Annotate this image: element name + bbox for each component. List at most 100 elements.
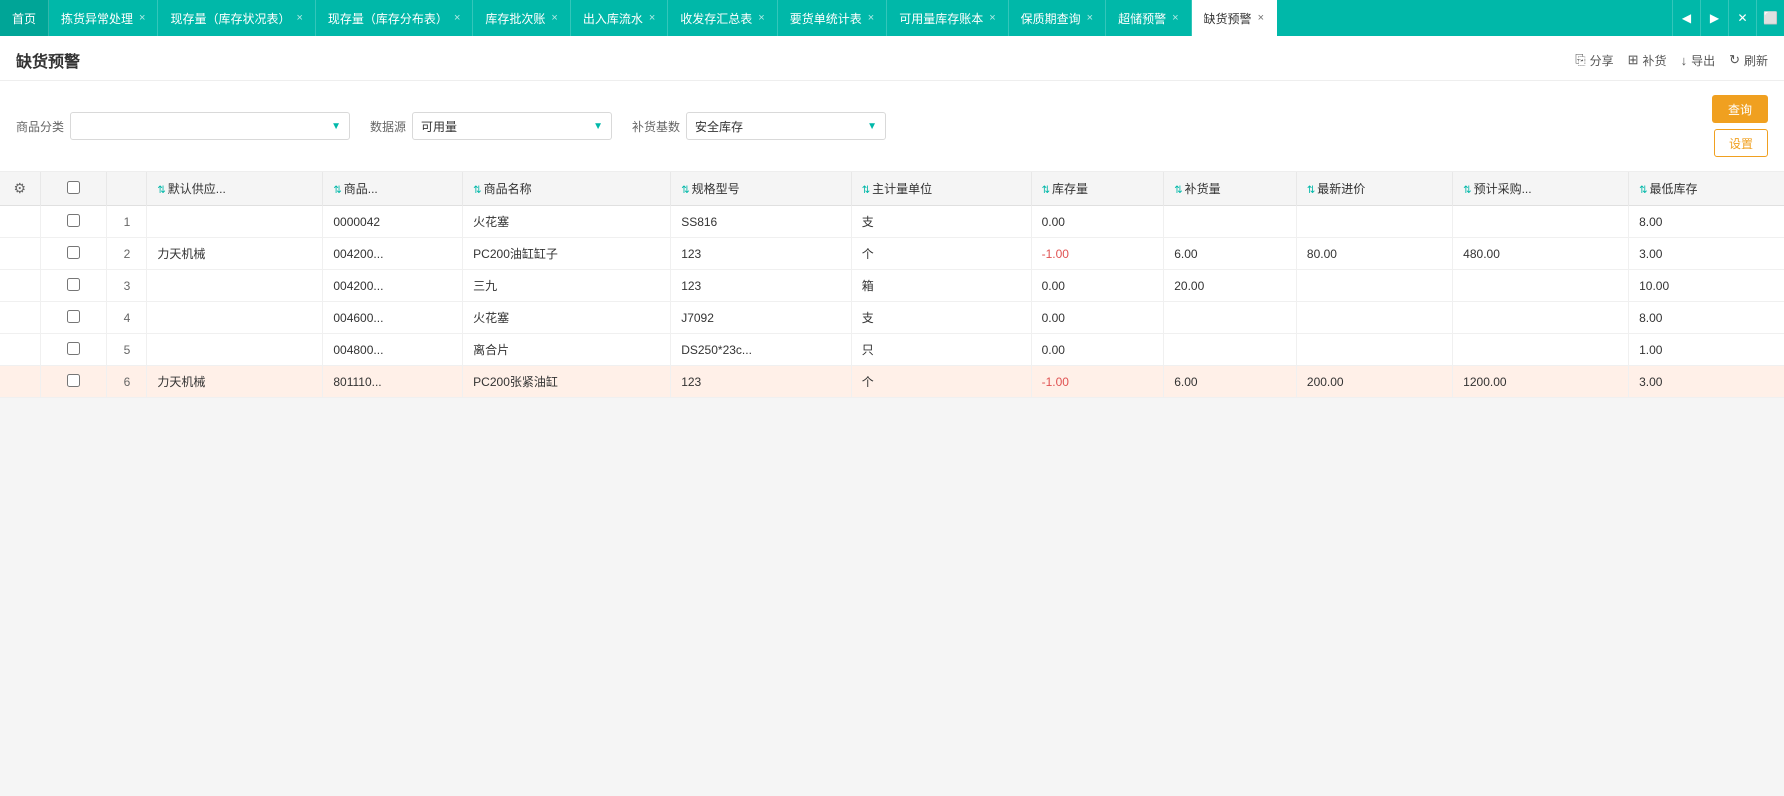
col-header-est-purchase[interactable]: ⇅预计采购...	[1453, 172, 1629, 206]
data-table: ⚙⇅默认供应...⇅商品...⇅商品名称⇅规格型号⇅主计量单位⇅库存量⇅补货量⇅…	[0, 172, 1784, 398]
tab-item-batch-account[interactable]: 库存批次账×	[473, 0, 570, 36]
row-checkbox-cell[interactable]	[40, 334, 107, 366]
row-settings-cell	[0, 366, 40, 398]
table-row[interactable]: 6力天机械801110...PC200张紧油缸123个-1.006.00200.…	[0, 366, 1784, 398]
tab-close-btn[interactable]: ✕	[1728, 0, 1756, 36]
tab-item-inout-flow[interactable]: 出入库流水×	[571, 0, 668, 36]
cell-spec: 123	[671, 238, 852, 270]
cell-est-purchase	[1453, 206, 1629, 238]
col-header-latest-price[interactable]: ⇅最新进价	[1296, 172, 1452, 206]
row-checkbox-cell[interactable]	[40, 302, 107, 334]
settings-button[interactable]: 设置	[1714, 129, 1768, 157]
replenish-base-filter-group: 补货基数 安全库存 ▼	[632, 112, 886, 140]
tab-expand-btn[interactable]: ⬜	[1756, 0, 1784, 36]
cell-min-stock: 3.00	[1629, 238, 1784, 270]
replenish-base-arrow-icon: ▼	[867, 121, 877, 132]
row-checkbox[interactable]	[67, 214, 80, 227]
tab-item-requisition-stat[interactable]: 要货单统计表×	[778, 0, 887, 36]
col-header-replenish-qty[interactable]: ⇅补货量	[1164, 172, 1297, 206]
tab-item-expiry-query[interactable]: 保质期查询×	[1009, 0, 1106, 36]
datasource-select[interactable]: 可用量 ▼	[412, 112, 612, 140]
tab-item-overstock[interactable]: 超储预警×	[1106, 0, 1191, 36]
col-header-product-code[interactable]: ⇅商品...	[323, 172, 463, 206]
tab-close-inventory-dist[interactable]: ×	[454, 12, 460, 24]
cell-replenish-qty	[1164, 206, 1297, 238]
settings-gear-icon[interactable]: ⚙	[13, 180, 26, 196]
cell-unit: 个	[851, 366, 1031, 398]
table-row[interactable]: 2力天机械004200...PC200油缸缸子123个-1.006.0080.0…	[0, 238, 1784, 270]
replenish-base-select[interactable]: 安全库存 ▼	[686, 112, 886, 140]
cell-unit: 支	[851, 206, 1031, 238]
filter-bar: 商品分类 ▼ 数据源 可用量 ▼ 补货基数 安全库存 ▼ 查询 设置	[0, 81, 1784, 172]
refresh-action[interactable]: ↻ 刷新	[1729, 52, 1768, 69]
cell-default-supplier	[147, 334, 323, 366]
tab-item-shortage[interactable]: 缺货预警×	[1192, 0, 1277, 36]
row-checkbox[interactable]	[67, 310, 80, 323]
table-row[interactable]: 3004200...三九123箱0.0020.0010.00	[0, 270, 1784, 302]
cell-latest-price	[1296, 270, 1452, 302]
tab-close-batch-account[interactable]: ×	[551, 12, 557, 24]
cell-unit: 箱	[851, 270, 1031, 302]
cell-min-stock: 8.00	[1629, 206, 1784, 238]
col-header-unit[interactable]: ⇅主计量单位	[851, 172, 1031, 206]
row-settings-cell	[0, 302, 40, 334]
tab-item-available-account[interactable]: 可用量库存账本×	[887, 0, 1008, 36]
tab-item-exception[interactable]: 拣货异常处理×	[49, 0, 158, 36]
cell-unit: 个	[851, 238, 1031, 270]
export-action[interactable]: ↓ 导出	[1681, 52, 1716, 69]
cell-product-code: 004200...	[323, 270, 463, 302]
row-checkbox[interactable]	[67, 374, 80, 387]
cell-product-code: 004800...	[323, 334, 463, 366]
col-header-min-stock[interactable]: ⇅最低库存	[1629, 172, 1784, 206]
share-action[interactable]: ⎘ 分享	[1575, 52, 1613, 69]
tab-close-inout-flow[interactable]: ×	[649, 12, 655, 24]
category-filter-group: 商品分类 ▼	[16, 112, 350, 140]
replenish-action[interactable]: ⊞ 补货	[1628, 52, 1667, 69]
tab-prev-btn[interactable]: ◀	[1672, 0, 1700, 36]
tab-item-home[interactable]: 首页	[0, 0, 49, 36]
table-row[interactable]: 5004800...离合片DS250*23c...只0.001.00	[0, 334, 1784, 366]
tab-close-inventory-status[interactable]: ×	[296, 12, 302, 24]
row-checkbox[interactable]	[67, 278, 80, 291]
col-header-default-supplier[interactable]: ⇅默认供应...	[147, 172, 323, 206]
tab-item-inventory-status[interactable]: 现存量（库存状况表）×	[158, 0, 315, 36]
col-header-stock[interactable]: ⇅库存量	[1031, 172, 1164, 206]
tab-close-available-account[interactable]: ×	[989, 12, 995, 24]
replenish-icon: ⊞	[1628, 52, 1639, 68]
col-header-product-name[interactable]: ⇅商品名称	[463, 172, 671, 206]
table-row[interactable]: 4004600...火花塞J7092支0.008.00	[0, 302, 1784, 334]
tab-close-receipt-summary[interactable]: ×	[758, 12, 764, 24]
cell-product-code: 004600...	[323, 302, 463, 334]
cell-product-name: 火花塞	[463, 302, 671, 334]
row-checkbox-cell[interactable]	[40, 270, 107, 302]
row-checkbox-cell[interactable]	[40, 206, 107, 238]
export-label: 导出	[1691, 52, 1715, 69]
tab-item-receipt-summary[interactable]: 收发存汇总表×	[668, 0, 777, 36]
tab-close-exception[interactable]: ×	[139, 12, 145, 24]
select-all-checkbox[interactable]	[67, 181, 80, 194]
query-button[interactable]: 查询	[1712, 95, 1768, 123]
row-index: 5	[107, 334, 147, 366]
col-header-spec[interactable]: ⇅规格型号	[671, 172, 852, 206]
cell-latest-price: 200.00	[1296, 366, 1452, 398]
cell-spec: 123	[671, 270, 852, 302]
category-select[interactable]: ▼	[70, 112, 350, 140]
tab-close-overstock[interactable]: ×	[1172, 12, 1178, 24]
tab-close-requisition-stat[interactable]: ×	[868, 12, 874, 24]
row-checkbox-cell[interactable]	[40, 366, 107, 398]
cell-min-stock: 1.00	[1629, 334, 1784, 366]
tab-close-shortage[interactable]: ×	[1258, 12, 1264, 24]
category-label: 商品分类	[16, 118, 64, 135]
tab-close-expiry-query[interactable]: ×	[1087, 12, 1093, 24]
table-row[interactable]: 10000042火花塞SS816支0.008.00	[0, 206, 1784, 238]
cell-est-purchase: 1200.00	[1453, 366, 1629, 398]
tab-item-inventory-dist[interactable]: 现存量（库存分布表）×	[316, 0, 473, 36]
row-checkbox[interactable]	[67, 246, 80, 259]
row-checkbox[interactable]	[67, 342, 80, 355]
cell-default-supplier: 力天机械	[147, 238, 323, 270]
tab-next-btn[interactable]: ▶	[1700, 0, 1728, 36]
cell-spec: SS816	[671, 206, 852, 238]
cell-replenish-qty: 6.00	[1164, 366, 1297, 398]
row-checkbox-cell[interactable]	[40, 238, 107, 270]
cell-replenish-qty: 20.00	[1164, 270, 1297, 302]
